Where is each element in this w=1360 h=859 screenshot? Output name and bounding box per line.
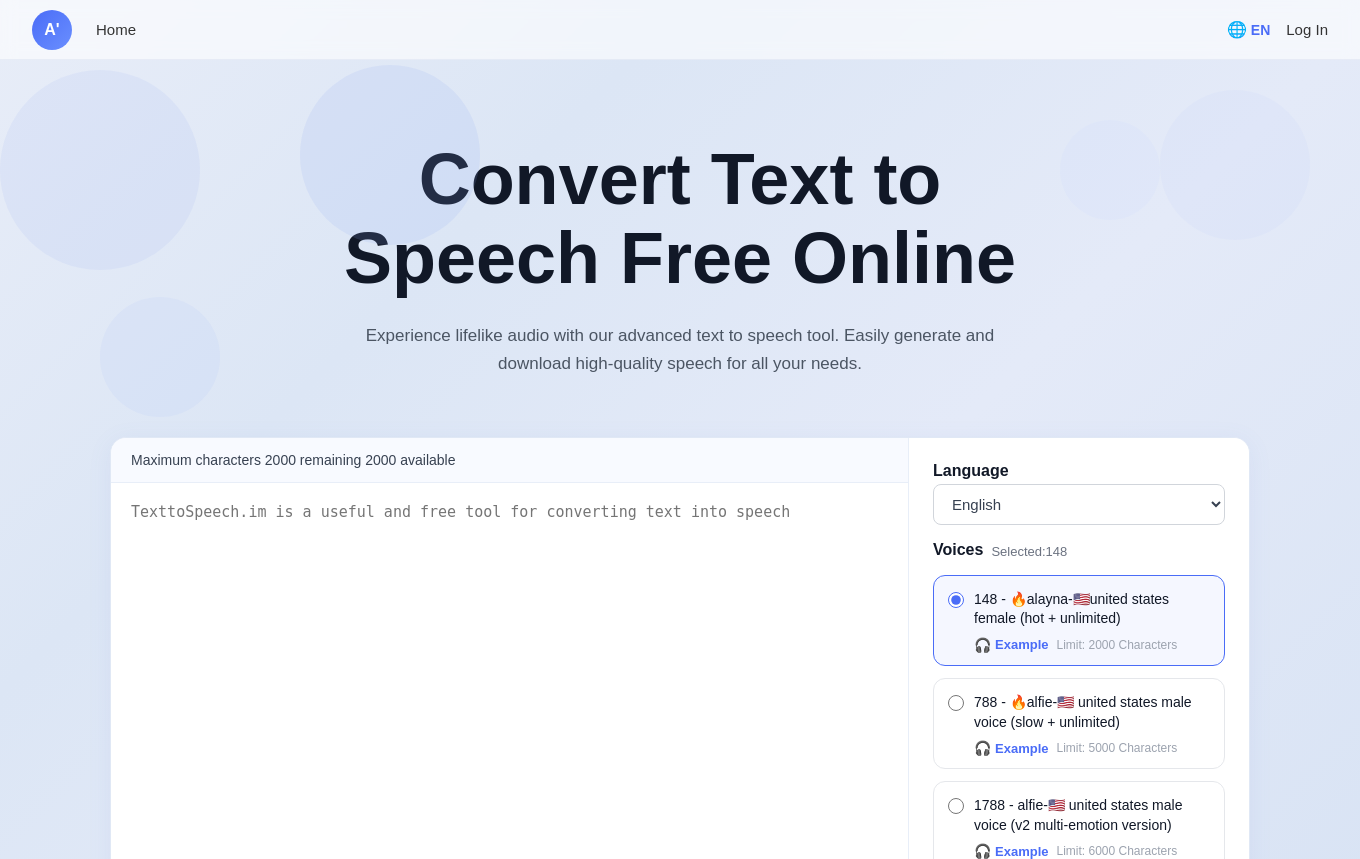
voice-3-example-label: Example xyxy=(995,844,1048,859)
voice-3-headphone-icon: 🎧 xyxy=(974,843,991,859)
voice-2-example-label: Example xyxy=(995,741,1048,756)
voices-section: Voices Selected:148 148 - 🔥alayna-🇺🇸unit… xyxy=(933,541,1225,859)
voice-1-actions: 🎧 Example Limit: 2000 Characters xyxy=(974,637,1210,653)
text-input[interactable] xyxy=(111,483,908,859)
language-switcher[interactable]: 🌐 EN xyxy=(1227,20,1270,39)
voice-1-example-link[interactable]: 🎧 Example xyxy=(974,637,1048,653)
nav-right: 🌐 EN Log In xyxy=(1227,20,1328,39)
nav-home-link[interactable]: Home xyxy=(96,21,136,38)
deco-circle-1 xyxy=(0,70,200,270)
nav-left: A' Home xyxy=(32,10,136,50)
language-section: Language English Spanish French German I… xyxy=(933,462,1225,525)
voice-2-actions: 🎧 Example Limit: 5000 Characters xyxy=(974,740,1210,756)
voices-header: Voices Selected:148 xyxy=(933,541,1225,563)
hero-section: Convert Text to Speech Free Online Exper… xyxy=(0,60,1360,437)
char-counter: Maximum characters 2000 remaining 2000 a… xyxy=(111,438,908,483)
left-panel: Maximum characters 2000 remaining 2000 a… xyxy=(111,438,909,859)
voice-3-limit: Limit: 6000 Characters xyxy=(1056,844,1177,858)
voice-item-1[interactable]: 148 - 🔥alayna-🇺🇸united states female (ho… xyxy=(933,575,1225,666)
navbar: A' Home 🌐 EN Log In xyxy=(0,0,1360,60)
logo[interactable]: A' xyxy=(32,10,72,50)
language-dropdown[interactable]: English Spanish French German Italian Po… xyxy=(933,484,1225,525)
voice-3-actions: 🎧 Example Limit: 6000 Characters xyxy=(974,843,1210,859)
voice-2-radio[interactable] xyxy=(948,695,964,711)
voice-item-2[interactable]: 788 - 🔥alfie-🇺🇸 united states male voice… xyxy=(933,678,1225,769)
voices-list: 148 - 🔥alayna-🇺🇸united states female (ho… xyxy=(933,575,1225,859)
lang-code: EN xyxy=(1251,22,1270,38)
voice-1-radio[interactable] xyxy=(948,592,964,608)
hero-subtitle: Experience lifelike audio with our advan… xyxy=(330,322,1030,376)
hero-title-line2: Speech Free Online xyxy=(344,218,1016,298)
voice-1-example-label: Example xyxy=(995,637,1048,652)
voices-selected-count: Selected:148 xyxy=(991,544,1067,559)
voice-2-limit: Limit: 5000 Characters xyxy=(1056,741,1177,755)
voice-3-top: 1788 - alfie-🇺🇸 united states male voice… xyxy=(948,796,1210,835)
voice-3-example-link[interactable]: 🎧 Example xyxy=(974,843,1048,859)
voice-3-radio[interactable] xyxy=(948,798,964,814)
hero-title-line1: Convert Text to xyxy=(419,139,942,219)
voice-2-example-link[interactable]: 🎧 Example xyxy=(974,740,1048,756)
deco-circle-2 xyxy=(1160,90,1310,240)
tool-container: Maximum characters 2000 remaining 2000 a… xyxy=(110,437,1250,859)
deco-circle-4 xyxy=(300,65,480,245)
globe-icon: 🌐 xyxy=(1227,20,1247,39)
voice-2-headphone-icon: 🎧 xyxy=(974,740,991,756)
deco-circle-5 xyxy=(1060,120,1160,220)
right-panel: Language English Spanish French German I… xyxy=(909,438,1249,859)
voice-item-3[interactable]: 1788 - alfie-🇺🇸 united states male voice… xyxy=(933,781,1225,859)
voice-3-name: 1788 - alfie-🇺🇸 united states male voice… xyxy=(974,796,1210,835)
voice-2-name: 788 - 🔥alfie-🇺🇸 united states male voice… xyxy=(974,693,1210,732)
voice-1-headphone-icon: 🎧 xyxy=(974,637,991,653)
voices-label: Voices xyxy=(933,541,983,559)
voice-1-limit: Limit: 2000 Characters xyxy=(1056,638,1177,652)
login-button[interactable]: Log In xyxy=(1286,21,1328,38)
deco-circle-3 xyxy=(100,297,220,417)
voice-1-top: 148 - 🔥alayna-🇺🇸united states female (ho… xyxy=(948,590,1210,629)
language-label: Language xyxy=(933,462,1225,480)
voice-1-name: 148 - 🔥alayna-🇺🇸united states female (ho… xyxy=(974,590,1210,629)
logo-text: A' xyxy=(44,21,59,39)
voice-2-top: 788 - 🔥alfie-🇺🇸 united states male voice… xyxy=(948,693,1210,732)
